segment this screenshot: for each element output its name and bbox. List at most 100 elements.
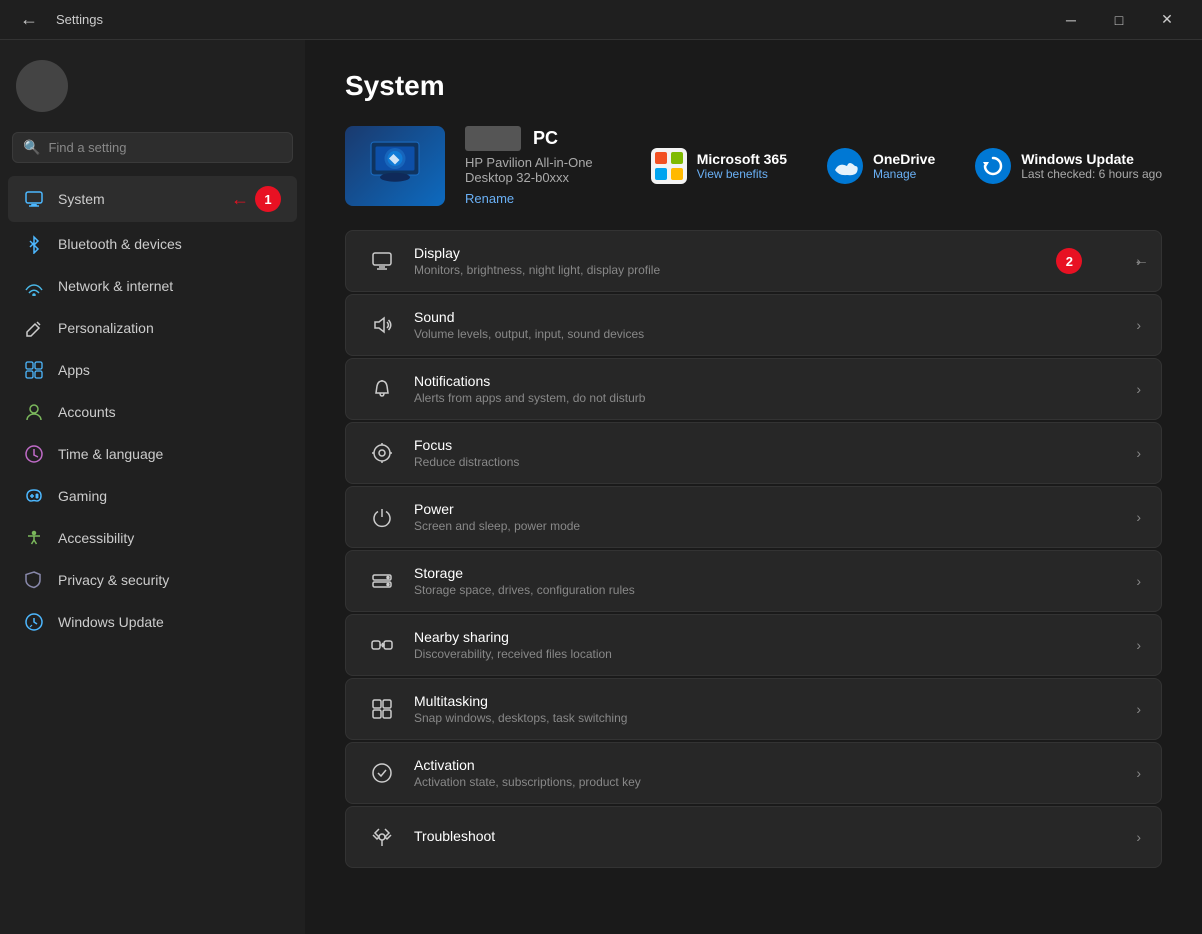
sidebar: 🔍 System ← 1 Bluetooth & devices [0,40,305,934]
user-avatar [16,60,68,112]
settings-item-multitasking[interactable]: Multitasking Snap windows, desktops, tas… [345,678,1162,740]
pc-model: HP Pavilion All-in-One Desktop 32-b0xxx [465,155,631,185]
pc-name-blurred [465,126,521,151]
annotation-arrow-display: ← [1133,252,1149,270]
pc-name-suffix: PC [533,128,558,149]
settings-item-nearby[interactable]: Nearby sharing Discoverability, received… [345,614,1162,676]
close-button[interactable]: ✕ [1144,4,1190,36]
sidebar-item-apps-label: Apps [58,362,281,378]
sidebar-item-network-label: Network & internet [58,278,281,294]
sidebar-item-personalization[interactable]: Personalization [8,308,297,348]
pc-rename-link[interactable]: Rename [465,191,631,206]
display-title: Display [414,245,1040,261]
sidebar-item-privacy[interactable]: Privacy & security [8,560,297,600]
personalization-icon [24,318,44,338]
notifications-icon [366,373,398,405]
onedrive-name: OneDrive [873,151,935,167]
sidebar-item-system[interactable]: System ← 1 [8,176,297,222]
storage-desc: Storage space, drives, configuration rul… [414,583,1120,597]
badge-1: 1 [255,186,281,212]
pc-name: PC [465,126,631,151]
winupdate-service-info: Windows Update Last checked: 6 hours ago [1021,151,1162,181]
onedrive-action[interactable]: Manage [873,167,935,181]
storage-text: Storage Storage space, drives, configura… [414,565,1120,597]
troubleshoot-icon [366,821,398,853]
sidebar-item-gaming[interactable]: Gaming [8,476,297,516]
sidebar-item-accessibility[interactable]: Accessibility [8,518,297,558]
time-icon [24,444,44,464]
sidebar-item-bluetooth-label: Bluetooth & devices [58,236,281,252]
multitasking-title: Multitasking [414,693,1120,709]
sound-chevron: › [1136,317,1141,333]
minimize-button[interactable]: ─ [1048,4,1094,36]
titlebar-controls: ─ □ ✕ [1048,4,1190,36]
focus-desc: Reduce distractions [414,455,1120,469]
ms365-name: Microsoft 365 [697,151,787,167]
ms365-icon [651,148,687,184]
sidebar-item-system-label: System [58,191,217,207]
titlebar-title: Settings [56,12,103,27]
pc-image [345,126,445,206]
nearby-title: Nearby sharing [414,629,1120,645]
app-body: 🔍 System ← 1 Bluetooth & devices [0,40,1202,934]
services-row: Microsoft 365 View benefits OneDrive [651,148,1162,184]
storage-icon [366,565,398,597]
power-text: Power Screen and sleep, power mode [414,501,1120,533]
storage-title: Storage [414,565,1120,581]
back-button[interactable]: ← [12,5,46,34]
settings-list: Display Monitors, brightness, night ligh… [345,230,1162,868]
main-content: System PC HP Pavilion All-in [305,40,1202,934]
ms365-action[interactable]: View benefits [697,167,787,181]
activation-title: Activation [414,757,1120,773]
sidebar-item-time-label: Time & language [58,446,281,462]
troubleshoot-text: Troubleshoot [414,828,1120,846]
maximize-button[interactable]: □ [1096,4,1142,36]
notifications-desc: Alerts from apps and system, do not dist… [414,391,1120,405]
onedrive-icon [827,148,863,184]
winupdate-service-action: Last checked: 6 hours ago [1021,167,1162,181]
settings-item-sound[interactable]: Sound Volume levels, output, input, soun… [345,294,1162,356]
settings-item-notifications[interactable]: Notifications Alerts from apps and syste… [345,358,1162,420]
sound-desc: Volume levels, output, input, sound devi… [414,327,1120,341]
activation-text: Activation Activation state, subscriptio… [414,757,1120,789]
sound-text: Sound Volume levels, output, input, soun… [414,309,1120,341]
pc-info-section: PC HP Pavilion All-in-One Desktop 32-b0x… [345,126,1162,206]
winupdate-service-icon [975,148,1011,184]
network-icon [24,276,44,296]
sidebar-item-personalization-label: Personalization [58,320,281,336]
sidebar-item-time[interactable]: Time & language [8,434,297,474]
sidebar-item-bluetooth[interactable]: Bluetooth & devices [8,224,297,264]
sidebar-item-apps[interactable]: Apps [8,350,297,390]
page-title: System [345,70,1162,102]
power-icon [366,501,398,533]
badge-2: 2 [1056,248,1082,274]
activation-icon [366,757,398,789]
multitasking-icon [366,693,398,725]
settings-item-storage[interactable]: Storage Storage space, drives, configura… [345,550,1162,612]
system-annotation: ← 1 [231,186,281,212]
focus-chevron: › [1136,445,1141,461]
sidebar-item-accounts[interactable]: Accounts [8,392,297,432]
multitasking-text: Multitasking Snap windows, desktops, tas… [414,693,1120,725]
search-input[interactable] [48,140,282,155]
settings-item-power[interactable]: Power Screen and sleep, power mode › [345,486,1162,548]
nearby-desc: Discoverability, received files location [414,647,1120,661]
power-title: Power [414,501,1120,517]
settings-item-troubleshoot[interactable]: Troubleshoot › [345,806,1162,868]
search-box[interactable]: 🔍 [12,132,293,163]
privacy-icon [24,570,44,590]
settings-item-activation[interactable]: Activation Activation state, subscriptio… [345,742,1162,804]
service-winupdate: Windows Update Last checked: 6 hours ago [975,148,1162,184]
settings-item-focus[interactable]: Focus Reduce distractions › [345,422,1162,484]
multitasking-chevron: › [1136,701,1141,717]
service-onedrive: OneDrive Manage [827,148,935,184]
sidebar-item-accessibility-label: Accessibility [58,530,281,546]
service-ms365: Microsoft 365 View benefits [651,148,787,184]
sidebar-item-network[interactable]: Network & internet [8,266,297,306]
nearby-text: Nearby sharing Discoverability, received… [414,629,1120,661]
winupdate-service-name: Windows Update [1021,151,1162,167]
sidebar-item-winupdate[interactable]: Windows Update [8,602,297,642]
settings-item-display[interactable]: Display Monitors, brightness, night ligh… [345,230,1162,292]
sidebar-item-gaming-label: Gaming [58,488,281,504]
bluetooth-icon [24,234,44,254]
